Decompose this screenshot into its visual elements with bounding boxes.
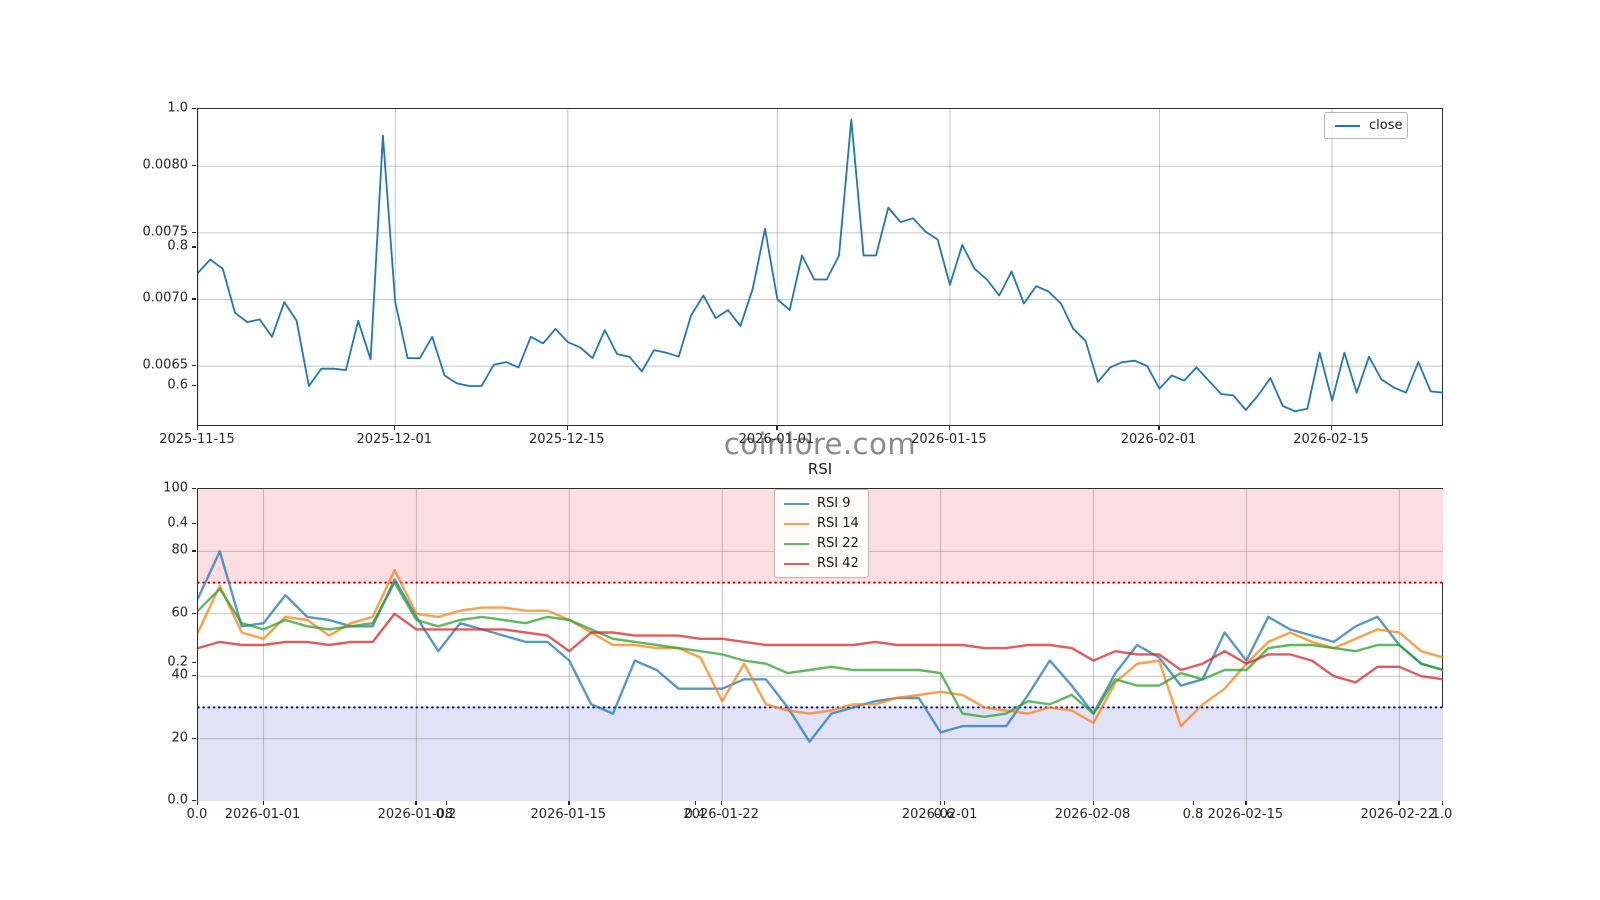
rsi22-legend-line-sample (784, 542, 809, 545)
figure-y-tick-label: 1.0 (167, 100, 188, 116)
figure-x-tick (944, 801, 946, 805)
price-x-tick (1331, 426, 1333, 430)
figure-x-tick (446, 801, 448, 805)
price-x-tick-label: 2026-02-01 (1120, 432, 1197, 447)
price-x-tick-label: 2026-01-15 (911, 432, 987, 447)
rsi-chart-legend: RSI 9 RSI 14 RSI 22 RSI 42 (774, 489, 869, 578)
price-y-tick (192, 365, 196, 367)
figure-x-tick-label: 0.4 (684, 807, 706, 822)
price-x-tick-label: 2026-02-15 (1293, 432, 1369, 447)
rsi-x-tick (1245, 801, 1247, 805)
price-y-tick (192, 231, 196, 234)
rsi-y-tick (192, 675, 196, 677)
rsi-x-tick-label: 2026-01-15 (530, 807, 607, 822)
price-x-tick (1158, 426, 1160, 430)
figure-x-tick-label: 0.2 (435, 807, 457, 822)
figure-y-tick (192, 800, 196, 802)
rsi-legend-row: RSI 42 (784, 556, 859, 571)
price-y-tick-label: 0.0070 (142, 290, 189, 306)
price-chart-canvas (198, 109, 1443, 426)
rsi-legend-row: RSI 22 (784, 536, 859, 551)
price-y-tick (192, 165, 196, 167)
figure-y-tick-label: 0.0 (167, 792, 188, 808)
rsi-x-tick-label: 2026-01-01 (224, 807, 301, 822)
figure-x-tick-label: 0.0 (186, 807, 208, 822)
price-chart-legend: close (1324, 112, 1408, 139)
close-legend-label: close (1369, 118, 1403, 133)
price-chart-plot-area (197, 108, 1443, 426)
price-x-tick (948, 426, 951, 430)
figure-x-tick (197, 801, 199, 805)
chart-figure: close coinlore.com RSI RSI 9 RSI 14 RSI … (0, 0, 1600, 900)
price-y-tick-label: 0.0080 (142, 157, 189, 173)
figure-x-tick-label: 0.6 (933, 807, 955, 822)
rsi-y-tick-label: 80 (171, 542, 188, 558)
figure-y-tick (192, 384, 196, 386)
figure-y-tick (192, 108, 196, 110)
price-x-tick-label: 2025-11-15 (159, 432, 235, 447)
rsi-y-tick (192, 550, 196, 552)
price-x-tick (197, 426, 199, 430)
figure-y-tick-label: 0.4 (167, 515, 188, 531)
rsi-x-tick-label: 2026-02-15 (1207, 807, 1284, 822)
rsi-y-tick-label: 40 (171, 667, 188, 683)
figure-y-tick-label: 0.6 (167, 377, 188, 393)
rsi-legend-row: RSI 9 (784, 496, 859, 511)
rsi-legend-row: RSI 14 (784, 516, 859, 531)
rsi-x-tick (939, 801, 941, 805)
figure-x-tick-label: 1.0 (1431, 807, 1453, 822)
rsi9-legend-line-sample (784, 502, 809, 505)
figure-y-tick-label: 0.2 (167, 654, 188, 670)
price-x-tick-label: 2025-12-01 (356, 432, 432, 447)
figure-y-tick (192, 523, 196, 525)
price-x-tick-label: 2025-12-15 (529, 432, 605, 447)
rsi-x-tick (415, 801, 417, 805)
rsi-y-tick-label: 20 (171, 730, 188, 746)
rsi-y-tick-label: 60 (171, 605, 188, 621)
price-y-tick (192, 298, 196, 300)
rsi-x-tick (568, 801, 570, 805)
figure-x-tick (1193, 801, 1195, 805)
rsi-x-tick-label: 2026-02-08 (1054, 807, 1131, 822)
rsi-x-tick (262, 801, 264, 805)
price-x-tick-label: 2026-01-01 (738, 432, 815, 447)
rsi-x-tick (721, 801, 723, 805)
figure-x-tick (695, 801, 697, 805)
rsi-y-tick (192, 488, 196, 490)
rsi-y-tick (192, 737, 196, 739)
rsi-x-tick-label: 2026-02-22 (1360, 807, 1437, 822)
figure-y-tick-label: 0.8 (167, 238, 188, 254)
rsi-chart-title: RSI (807, 460, 833, 478)
rsi9-legend-label: RSI 9 (817, 496, 851, 511)
rsi-x-tick (1398, 801, 1400, 805)
rsi-y-tick (192, 612, 196, 614)
price-y-tick-label: 0.0075 (142, 224, 189, 240)
price-x-tick (394, 426, 396, 430)
figure-x-tick (1442, 801, 1444, 805)
price-y-tick-label: 0.0065 (142, 357, 189, 373)
rsi42-legend-label: RSI 42 (817, 556, 859, 571)
close-legend-line-sample (1335, 124, 1360, 127)
figure-y-tick (192, 661, 196, 663)
price-x-tick (566, 426, 568, 430)
rsi14-legend-line-sample (784, 522, 809, 525)
figure-x-tick-label: 0.8 (1182, 807, 1204, 822)
rsi42-legend-line-sample (784, 562, 809, 565)
price-x-tick (776, 426, 778, 430)
rsi22-legend-label: RSI 22 (817, 536, 859, 551)
rsi-x-tick (1092, 801, 1094, 805)
figure-y-tick (192, 246, 196, 248)
rsi14-legend-label: RSI 14 (817, 516, 859, 531)
rsi-y-tick-label: 100 (163, 480, 188, 496)
